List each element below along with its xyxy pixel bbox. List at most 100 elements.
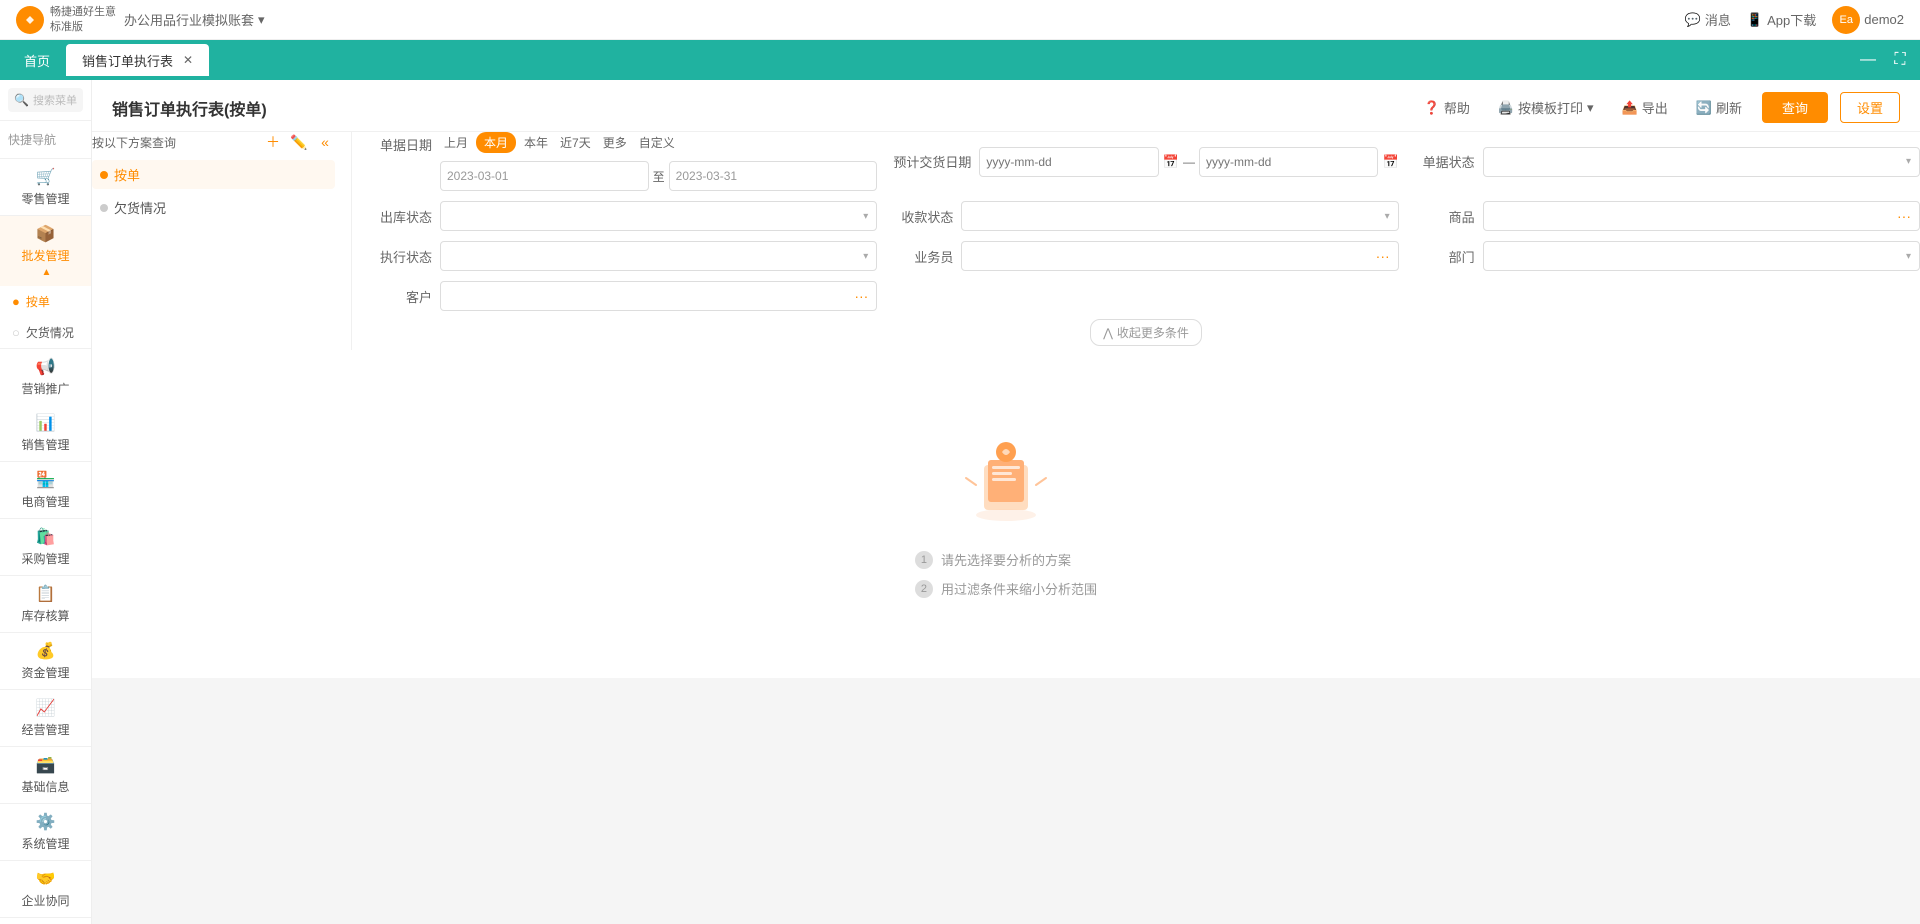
filter-left-header: 按以下方案查询 ＋ ✏️ «	[92, 132, 335, 152]
sidebar-group-basics: 🗃️ 基础信息	[0, 747, 91, 804]
date-quick-options: 上月 本月 本年 近7天 更多 自定义	[440, 132, 679, 153]
sidebar-group-system: ⚙️ 系统管理	[0, 804, 91, 861]
sidebar-item-enterprise[interactable]: 🤝 企业协同	[0, 861, 91, 917]
filter-grid: 单据日期 上月 本月 本年 近7天 更多 自定义	[372, 132, 1920, 311]
debt-dot-icon: ○	[12, 325, 20, 340]
marketing-icon: 📢	[36, 357, 56, 377]
date-custom[interactable]: 自定义	[635, 132, 679, 153]
date-last-month[interactable]: 上月	[440, 132, 472, 153]
sidebar-item-basics[interactable]: 🗃️ 基础信息	[0, 747, 91, 803]
calendar-from-icon[interactable]: 📅	[1163, 154, 1179, 170]
sidebar-item-finance[interactable]: 💰 资金管理	[0, 633, 91, 689]
scheme-item-order[interactable]: 按单	[92, 160, 335, 189]
avatar: Ea	[1832, 6, 1860, 34]
date-this-month[interactable]: 本月	[476, 132, 516, 153]
content-area: 销售订单执行表(按单) ❓ 帮助 🖨️ 按模板打印 ▾ 📤 导出	[92, 80, 1920, 924]
tab-maximize-button[interactable]: ⛶	[1888, 48, 1912, 72]
edit-scheme-button[interactable]: ✏️	[289, 132, 309, 152]
submenu-item-debt[interactable]: ○ 欠货情况	[0, 317, 91, 348]
collapse-button[interactable]: ⋀ 收起更多条件	[1090, 319, 1202, 346]
filter-right: 单据日期 上月 本月 本年 近7天 更多 自定义	[352, 132, 1920, 350]
exec-status-select[interactable]: ▾	[440, 241, 877, 271]
message-button[interactable]: 💬 消息	[1685, 10, 1731, 29]
expected-date-to-input[interactable]	[1199, 147, 1378, 177]
salesperson-multi-select-icon[interactable]: ···	[1376, 248, 1390, 264]
sidebar-item-newbie[interactable]: 🎯 新手引导	[0, 918, 91, 924]
salesperson-label: 业务员	[893, 247, 953, 266]
export-button[interactable]: 📤 导出	[1614, 94, 1676, 121]
print-button[interactable]: 🖨️ 按模板打印 ▾	[1490, 94, 1602, 121]
exec-status-field: 执行状态 ▾	[372, 241, 877, 271]
goods-multi-select-icon[interactable]: ···	[1897, 208, 1911, 224]
print-icon: 🖨️	[1498, 100, 1514, 116]
tab-close-icon[interactable]: ✕	[183, 53, 193, 67]
sidebar-group-marketing: 📢 营销推广 📊 销售管理	[0, 349, 91, 462]
department-select[interactable]: ▾	[1483, 241, 1920, 271]
goods-input-container[interactable]: ···	[1483, 201, 1920, 231]
scheme-dot-debt	[100, 204, 108, 212]
app-download-button[interactable]: 📱 App下载	[1747, 10, 1816, 29]
tab-bar-right: — ⛶	[1856, 48, 1912, 72]
sidebar-item-sales-mgmt[interactable]: 📊 销售管理	[0, 405, 91, 461]
tabs-container: 首页 销售订单执行表 ✕	[8, 40, 209, 80]
date-this-year[interactable]: 本年	[520, 132, 552, 153]
page-title: 销售订单执行表(按单)	[112, 96, 267, 120]
refresh-button[interactable]: 🔄 刷新	[1688, 94, 1750, 121]
empty-state: 1 请先选择要分析的方案 2 用过滤条件来缩小分析范围	[92, 350, 1920, 678]
scheme-item-debt[interactable]: 欠货情况	[92, 193, 335, 222]
sidebar: 🔍 搜索菜单 快捷导航 🛒 零售管理 📦 批发管理 ▲ ● 按单	[0, 80, 92, 924]
date-last-7[interactable]: 近7天	[556, 132, 595, 153]
submenu-item-order[interactable]: ● 按单	[0, 286, 91, 317]
search-inner: 🔍 搜索菜单	[8, 88, 83, 112]
collapse-scheme-button[interactable]: «	[315, 132, 335, 152]
bill-date-from-input[interactable]	[440, 161, 649, 191]
receipt-status-dropdown-icon: ▾	[1385, 211, 1390, 222]
sidebar-item-purchase[interactable]: 🛍️ 采购管理	[0, 519, 91, 575]
bill-status-field: 单据状态 ▾	[1415, 132, 1920, 191]
sidebar-group-purchase: 🛍️ 采购管理	[0, 519, 91, 576]
sidebar-item-operations[interactable]: 📈 经营管理	[0, 690, 91, 746]
bill-date-range-row: 至	[372, 161, 877, 191]
date-more[interactable]: 更多	[599, 132, 631, 153]
scheme-dot-order	[100, 171, 108, 179]
goods-label: 商品	[1415, 207, 1475, 226]
bill-status-dropdown-icon: ▾	[1906, 156, 1911, 167]
sidebar-group-wholesale: 📦 批发管理 ▲ ● 按单 ○ 欠货情况	[0, 216, 91, 349]
export-icon: 📤	[1622, 100, 1638, 116]
tab-sales-order[interactable]: 销售订单执行表 ✕	[66, 44, 209, 76]
sidebar-item-wholesale[interactable]: 📦 批发管理 ▲	[0, 216, 91, 286]
sidebar-item-inventory[interactable]: 📋 库存核算	[0, 576, 91, 632]
settings-button[interactable]: 设置	[1840, 92, 1900, 123]
help-button[interactable]: ❓ 帮助	[1416, 94, 1478, 121]
sidebar-item-ecommerce[interactable]: 🏪 电商管理	[0, 462, 91, 518]
add-scheme-button[interactable]: ＋	[263, 132, 283, 152]
delivery-status-select[interactable]: ▾	[440, 201, 877, 231]
receipt-status-field: 收款状态 ▾	[893, 201, 1398, 231]
query-button[interactable]: 查询	[1762, 92, 1828, 123]
expected-date-from-input[interactable]	[979, 147, 1158, 177]
sidebar-search[interactable]: 🔍 搜索菜单	[0, 80, 91, 121]
calendar-to-icon[interactable]: 📅	[1382, 154, 1398, 170]
empty-hint-1: 1 请先选择要分析的方案	[915, 550, 1097, 569]
user-menu[interactable]: Ea demo2	[1832, 6, 1904, 34]
bill-status-select[interactable]: ▾	[1483, 147, 1920, 177]
sidebar-item-marketing[interactable]: 📢 营销推广	[0, 349, 91, 405]
receipt-status-select[interactable]: ▾	[961, 201, 1398, 231]
page-header: 销售订单执行表(按单) ❓ 帮助 🖨️ 按模板打印 ▾ 📤 导出	[92, 80, 1920, 132]
sidebar-item-retail[interactable]: 🛒 零售管理	[0, 159, 91, 215]
header-right: 💬 消息 📱 App下载 Ea demo2	[1685, 6, 1904, 34]
sidebar-item-system[interactable]: ⚙️ 系统管理	[0, 804, 91, 860]
chevron-down-icon: ▾	[258, 12, 265, 28]
tab-home[interactable]: 首页	[8, 44, 66, 76]
tab-minimize-button[interactable]: —	[1856, 48, 1880, 72]
quick-nav[interactable]: 快捷导航	[0, 121, 91, 159]
scheme-list: 按单 欠货情况	[92, 160, 335, 222]
customer-multi-select-icon[interactable]: ···	[854, 288, 868, 304]
bill-date-to-input[interactable]	[669, 161, 878, 191]
salesperson-input-container[interactable]: ···	[961, 241, 1398, 271]
page-selector[interactable]: 办公用品行业模拟账套 ▾	[124, 10, 265, 29]
sidebar-group-inventory: 📋 库存核算	[0, 576, 91, 633]
tab-bar: 首页 销售订单执行表 ✕ — ⛶	[0, 40, 1920, 80]
customer-input-container[interactable]: ···	[440, 281, 877, 311]
delivery-status-dropdown-icon: ▾	[863, 211, 868, 222]
